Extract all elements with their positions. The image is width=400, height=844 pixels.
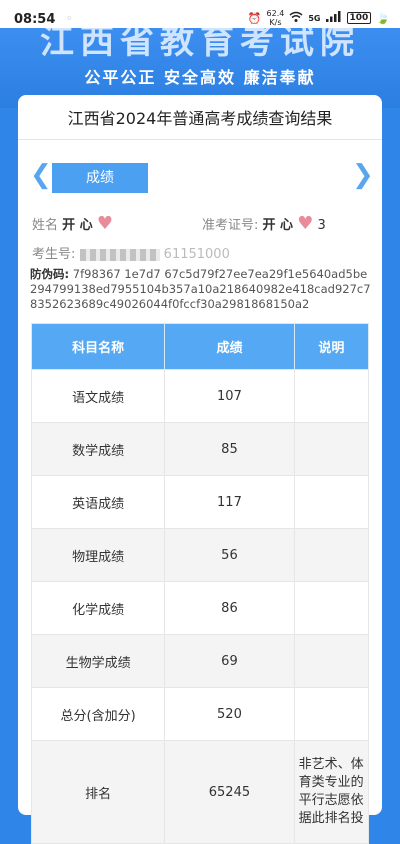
table-row: 化学成绩 86 bbox=[30, 581, 370, 635]
exam-id-label: 考生号: bbox=[32, 247, 76, 262]
subject-cell: 物理成绩 bbox=[30, 528, 166, 582]
note-cell bbox=[293, 581, 370, 635]
exam-id-row: 考生号: 61151000 bbox=[32, 243, 230, 262]
column-header-score: 成绩 bbox=[164, 323, 295, 370]
subject-cell: 总分(含加分) bbox=[30, 687, 166, 741]
note-cell bbox=[293, 528, 370, 582]
note-cell bbox=[293, 422, 370, 476]
exam-id-tail: 61151000 bbox=[163, 247, 230, 262]
name-row: 姓名 开 心 ♥ bbox=[32, 213, 113, 234]
leaf-icon: 🍃 bbox=[376, 11, 390, 25]
tab-score[interactable]: 成绩 bbox=[52, 163, 148, 193]
note-cell: 非艺术、体育类专业的平行志愿依据此排名投 bbox=[293, 740, 370, 844]
chevron-left-icon[interactable]: ❮ bbox=[30, 160, 52, 190]
name-label: 姓名 bbox=[32, 218, 59, 233]
ticket-value: 开 心 bbox=[262, 218, 294, 233]
score-cell: 65245 bbox=[164, 740, 295, 844]
chevron-right-icon[interactable]: ❯ bbox=[352, 160, 374, 190]
net-speed: 62.4 K/s bbox=[266, 9, 285, 27]
score-cell: 56 bbox=[164, 528, 295, 582]
ticket-suffix: 3 bbox=[317, 218, 326, 233]
heart-icon: ♥ bbox=[96, 213, 113, 234]
table-header-row: 科目名称 成绩 说明 bbox=[30, 323, 370, 370]
subject-cell: 生物学成绩 bbox=[30, 634, 166, 688]
signal-label: 5G bbox=[308, 13, 321, 23]
subject-cell: 语文成绩 bbox=[30, 369, 166, 423]
table-row: 数学成绩 85 bbox=[30, 422, 370, 476]
result-title: 江西省2024年普通高考成绩查询结果 bbox=[18, 105, 382, 140]
subject-cell: 排名 bbox=[30, 740, 166, 844]
site-title: 江西省教育考试院 bbox=[40, 28, 360, 62]
clock: 08:54 bbox=[14, 12, 56, 27]
anti-forgery-code: 防伪码: 7f98367 1e7d7 67c5d79f27ee7ea29f1e5… bbox=[30, 267, 374, 312]
score-cell: 520 bbox=[164, 687, 295, 741]
anti-label: 防伪码: bbox=[30, 267, 70, 281]
score-table: 科目名称 成绩 说明 语文成绩 107 数学成绩 85 英语成绩 117 物理成… bbox=[30, 323, 370, 844]
site-slogan: 公平公正 安全高效 廉洁奉献 bbox=[84, 68, 316, 87]
note-cell bbox=[293, 369, 370, 423]
result-card: 江西省2024年普通高考成绩查询结果 ❮ 成绩 ❯ 姓名 开 心 ♥ 准考证号:… bbox=[18, 95, 382, 844]
score-cell: 107 bbox=[164, 369, 295, 423]
status-icons: ⏰ 62.4 K/s 5G 100 🍃 bbox=[248, 9, 390, 27]
score-cell: 85 bbox=[164, 422, 295, 476]
subject-cell: 数学成绩 bbox=[30, 422, 166, 476]
ticket-label: 准考证号: bbox=[202, 218, 259, 233]
heart-icon: ♥ bbox=[297, 213, 314, 234]
score-cell: 117 bbox=[164, 475, 295, 529]
subject-cell: 英语成绩 bbox=[30, 475, 166, 529]
subject-cell: 化学成绩 bbox=[30, 581, 166, 635]
alarm-icon: ⏰ bbox=[247, 11, 262, 25]
wifi-icon bbox=[289, 11, 303, 26]
name-value: 开 心 bbox=[62, 218, 93, 233]
anti-code-value: 7f98367 1e7d7 67c5d79f27ee7ea29f1e5640ad… bbox=[30, 267, 371, 311]
signal-bars-icon bbox=[325, 11, 342, 25]
table-row: 语文成绩 107 bbox=[30, 369, 370, 423]
table-row: 排名 65245 非艺术、体育类专业的平行志愿依据此排名投 bbox=[30, 740, 370, 844]
battery-icon: 100 bbox=[346, 12, 372, 24]
table-row: 英语成绩 117 bbox=[30, 475, 370, 529]
notification-dot-icon: ◦ bbox=[66, 12, 73, 25]
column-header-note: 说明 bbox=[293, 323, 370, 370]
ticket-row: 准考证号: 开 心 ♥ 3 bbox=[202, 213, 326, 234]
note-cell bbox=[293, 634, 370, 688]
score-cell: 69 bbox=[164, 634, 295, 688]
note-cell bbox=[293, 475, 370, 529]
redacted-block bbox=[79, 248, 160, 261]
score-cell: 86 bbox=[164, 581, 295, 635]
table-row: 物理成绩 56 bbox=[30, 528, 370, 582]
table-row: 总分(含加分) 520 bbox=[30, 687, 370, 741]
column-header-subject: 科目名称 bbox=[30, 323, 166, 370]
table-row: 生物学成绩 69 bbox=[30, 634, 370, 688]
note-cell bbox=[293, 687, 370, 741]
